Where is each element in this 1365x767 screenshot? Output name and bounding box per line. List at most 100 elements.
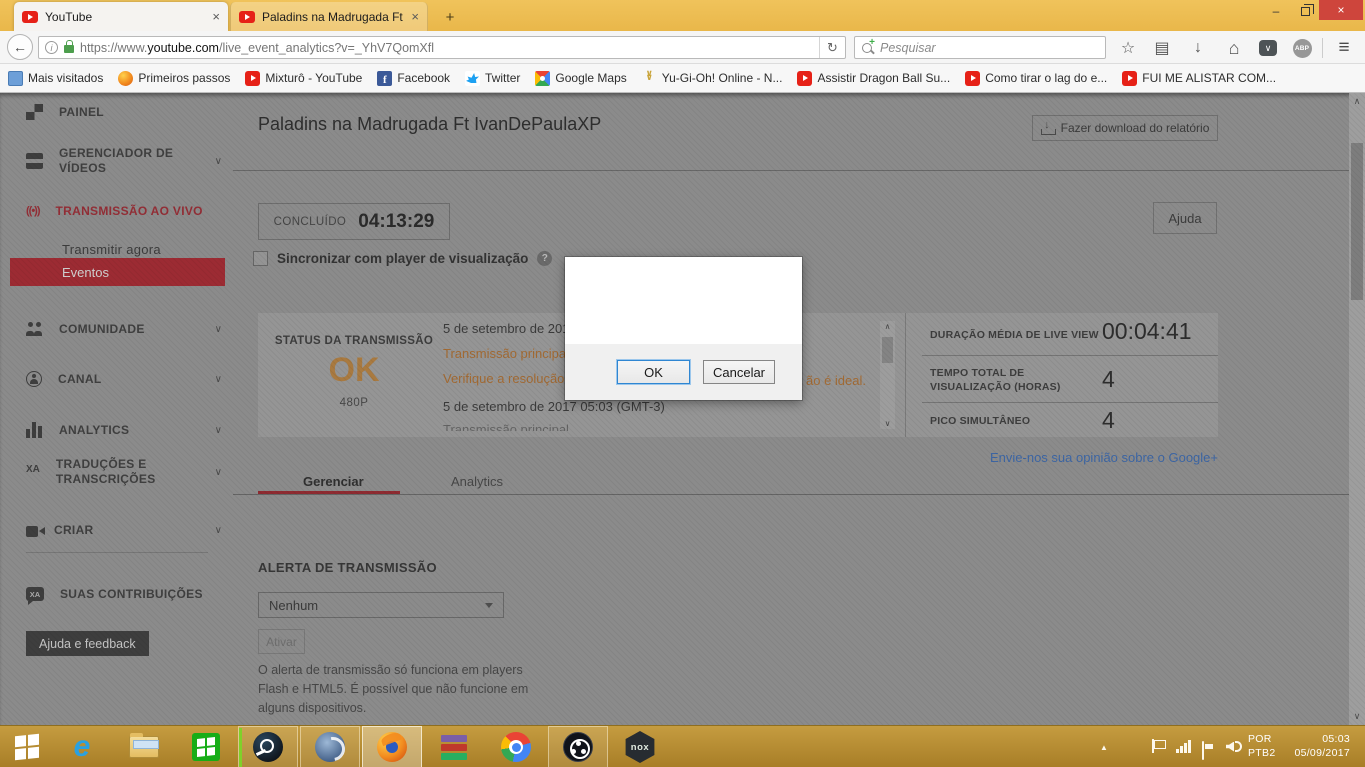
taskbar-item-file-explorer[interactable] [114, 726, 174, 767]
back-button[interactable]: ← [7, 34, 33, 60]
analytics-icon [26, 422, 43, 438]
sidebar-label: TRANSMISSÃO AO VIVO [55, 203, 203, 218]
page-info-icon[interactable]: i [45, 41, 58, 54]
url-bar[interactable]: i https://www.youtube.com/live_event_ana… [38, 36, 846, 59]
bookmark-item[interactable]: f Facebook [377, 70, 450, 86]
scroll-up-icon[interactable]: ∧ [880, 322, 895, 331]
url-text: https://www.youtube.com/live_event_analy… [80, 41, 813, 55]
taskbar-item-windows-store[interactable] [176, 726, 236, 767]
sidebar-item-eventos[interactable]: Eventos [10, 258, 225, 286]
tray-volume-icon[interactable] [1226, 741, 1242, 752]
bookmark-item[interactable]: ∨ ∨ Yu-Gi-Oh! Online - N... [642, 68, 783, 86]
adblock-icon[interactable]: ABP [1288, 36, 1316, 60]
restore-icon [1300, 3, 1314, 16]
sidebar-item-transmissao[interactable]: ((•)) TRANSMISSÃO AO VIVO [26, 200, 222, 222]
sync-checkbox[interactable] [253, 251, 268, 266]
sidebar-item-comunidade[interactable]: COMUNIDADE ∨ [26, 318, 222, 340]
bookmark-item[interactable]: Google Maps [535, 70, 627, 86]
downloads-icon[interactable]: ↓ [1184, 36, 1212, 60]
bookmark-item[interactable]: Twitter [465, 70, 520, 86]
sidebar-item-painel[interactable]: PAINEL [26, 101, 222, 123]
bookmark-item[interactable]: Mais visitados [8, 70, 103, 86]
bookmark-label: Como tirar o lag do e... [985, 71, 1108, 85]
ativar-button[interactable]: Ativar [258, 629, 305, 654]
reload-button[interactable]: ↻ [819, 37, 845, 58]
sidebar-item-criar[interactable]: CRIAR ∨ [26, 519, 222, 541]
youtube-favicon [22, 10, 38, 23]
taskbar-item-daemon-tools[interactable] [300, 726, 360, 767]
search-bar[interactable]: + [854, 36, 1106, 59]
taskbar-item-chrome[interactable] [486, 726, 546, 767]
bookmark-label: FUI ME ALISTAR COM... [1142, 71, 1277, 85]
home-icon[interactable]: ⌂ [1220, 36, 1248, 60]
tab-gerenciar[interactable]: Gerenciar [303, 474, 364, 489]
scroll-down-icon[interactable]: ∨ [880, 419, 895, 428]
download-report-button[interactable]: Fazer download do relatório [1032, 115, 1218, 141]
menu-icon[interactable]: ≡ [1330, 36, 1358, 60]
help-feedback-button[interactable]: Ajuda e feedback [26, 631, 149, 656]
page-scrollbar[interactable]: ∧ ∨ [1349, 93, 1365, 725]
stat-value: 4 [1102, 407, 1115, 433]
window-restore-button[interactable] [1292, 3, 1318, 19]
window-minimize-button[interactable]: – [1262, 3, 1290, 19]
tray-network-icon[interactable] [1176, 740, 1191, 753]
search-icon[interactable]: + [862, 37, 875, 53]
taskbar-item-firefox-active[interactable] [362, 726, 422, 767]
page-scrollbar-thumb[interactable] [1351, 143, 1363, 300]
winrar-icon [441, 733, 467, 761]
tray-language-indicator[interactable]: POR PTB2 [1248, 732, 1275, 760]
header-divider [233, 170, 1365, 171]
scroll-down-icon[interactable]: ∨ [1349, 711, 1365, 722]
bookmark-item[interactable]: Assistir Dragon Ball Su... [797, 70, 950, 86]
dropdown-caret-icon [485, 602, 493, 608]
window-close-button[interactable]: × [1319, 0, 1363, 20]
start-button[interactable] [0, 726, 54, 767]
firefox-icon [377, 732, 407, 762]
sidebar-item-contribuicoes[interactable]: XA SUAS CONTRIBUIÇÕES [26, 583, 222, 605]
bookmark-item[interactable]: FUI ME ALISTAR COM... [1122, 70, 1277, 86]
panel-divider [905, 313, 906, 437]
taskbar-item-internet-explorer[interactable]: e [52, 726, 112, 767]
help-circle-icon[interactable]: ? [537, 251, 553, 266]
tab-analytics[interactable]: Analytics [451, 474, 503, 489]
sidebar-item-canal[interactable]: CANAL ∨ [26, 368, 222, 390]
browser-tab-inactive[interactable]: Paladins na Madrugada Ft Iv × [230, 2, 428, 31]
tray-show-hidden-icons[interactable]: ▲ [1100, 743, 1108, 752]
tab-close-icon[interactable]: × [411, 9, 419, 24]
taskbar-item-nox[interactable]: nox [610, 726, 670, 767]
sidebar-item-gerenciador[interactable]: GERENCIADOR DE VÍDEOS ∨ [26, 146, 222, 175]
abp-badge: ABP [1292, 38, 1312, 58]
browser-tab-active[interactable]: YouTube × [14, 2, 228, 31]
log-scrollbar[interactable]: ∧ ∨ [880, 321, 895, 429]
pocket-icon[interactable]: ∨ [1254, 36, 1282, 60]
bookmark-item[interactable]: Como tirar o lag do e... [965, 70, 1108, 86]
alert-dropdown[interactable]: Nenhum [258, 592, 504, 618]
bookmark-item[interactable]: Primeiros passos [118, 70, 230, 86]
google-plus-feedback-link[interactable]: Envie-nos sua opinião sobre o Google+ [990, 450, 1218, 465]
sidebar-item-traducoes[interactable]: XA TRADUÇÕES E TRANSCRIÇÕES ∨ [26, 455, 222, 489]
most-visited-icon [8, 70, 23, 86]
ajuda-button[interactable]: Ajuda [1153, 202, 1217, 234]
bookmark-star-icon[interactable]: ☆ [1114, 36, 1142, 60]
taskbar-item-winrar[interactable] [424, 726, 484, 767]
search-input[interactable] [880, 40, 1098, 55]
ok-button[interactable]: OK [617, 360, 690, 384]
cancel-button[interactable]: Cancelar [703, 360, 775, 384]
sync-player-row: Sincronizar com player de visualização ? [253, 251, 553, 266]
sidebar-divider [26, 552, 208, 553]
tray-clock[interactable]: 05:03 05/09/2017 [1286, 732, 1350, 760]
sidebar-item-analytics[interactable]: ANALYTICS ∨ [26, 419, 222, 441]
https-lock-icon[interactable] [64, 40, 74, 53]
bookmarks-panel-icon[interactable]: ▤ [1148, 36, 1176, 60]
stat-separator [922, 402, 1218, 403]
download-icon [1040, 119, 1056, 135]
scroll-up-icon[interactable]: ∧ [1349, 96, 1365, 107]
taskbar-item-steam[interactable] [238, 726, 298, 767]
taskbar-item-obs[interactable] [548, 726, 608, 767]
bookmark-item[interactable]: Mixturô - YouTube [245, 70, 362, 86]
new-tab-button[interactable]: + [438, 7, 462, 27]
stat-separator [922, 355, 1218, 356]
tab-close-icon[interactable]: × [212, 9, 220, 24]
tray-battery-icon[interactable] [1202, 741, 1204, 760]
log-scrollbar-thumb[interactable] [882, 337, 893, 363]
